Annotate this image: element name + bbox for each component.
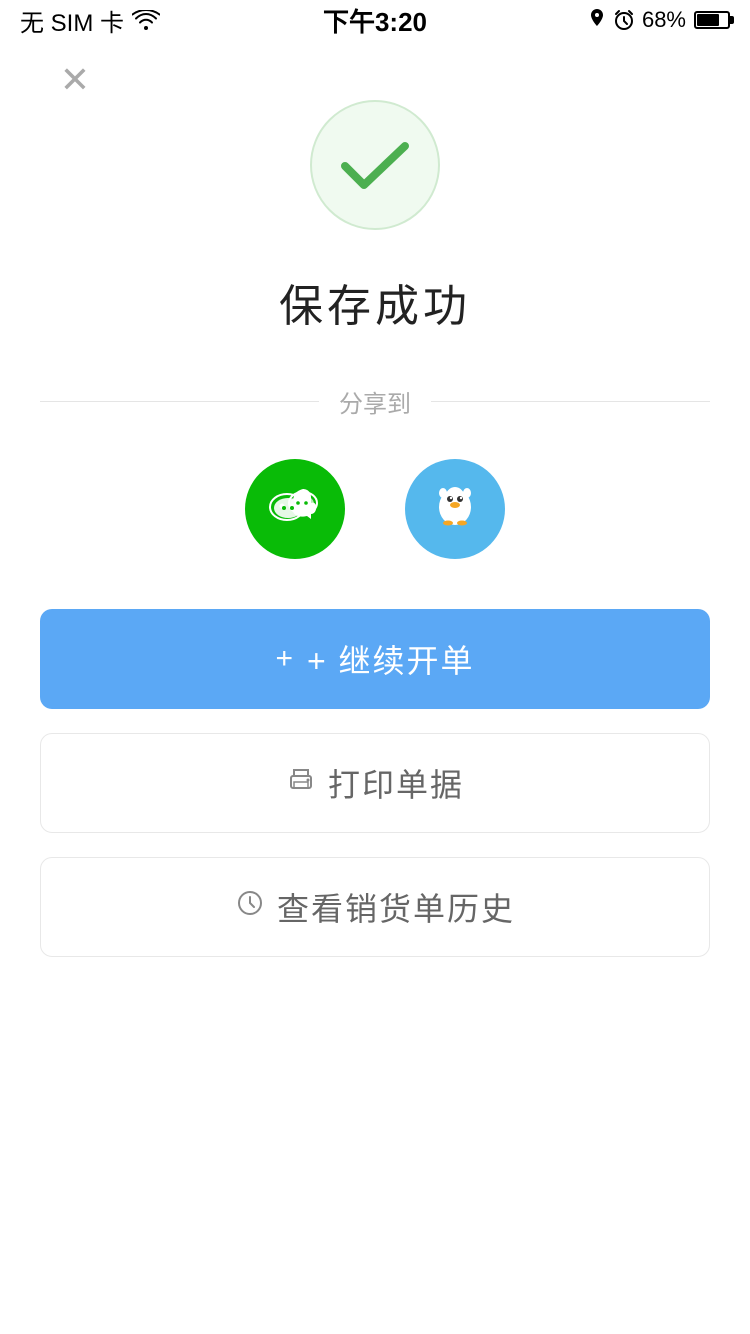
- continue-button[interactable]: + + 继续开单: [40, 609, 710, 709]
- share-label: 分享到: [319, 384, 431, 419]
- divider-right: [431, 401, 710, 402]
- history-icon: [235, 888, 265, 926]
- status-right: 68%: [588, 7, 730, 33]
- status-left: 无 SIM 卡: [20, 3, 160, 38]
- checkmark-icon: [340, 138, 410, 193]
- qq-icon: [425, 479, 485, 539]
- divider-left: [40, 401, 319, 402]
- share-icons: [245, 459, 505, 559]
- close-icon: ✕: [60, 62, 90, 98]
- wifi-icon: [132, 10, 160, 30]
- history-label: 查看销货单历史: [277, 884, 515, 930]
- wechat-share-button[interactable]: [245, 459, 345, 559]
- main-content: 保存成功 分享到: [0, 40, 750, 957]
- plus-icon: +: [275, 642, 295, 676]
- success-circle: [310, 100, 440, 230]
- print-icon: [286, 764, 316, 802]
- success-title: 保存成功: [279, 270, 471, 334]
- share-section: 分享到: [0, 384, 750, 559]
- alarm-icon: [614, 9, 634, 31]
- sim-text: 无 SIM 卡: [20, 3, 124, 38]
- close-button[interactable]: ✕: [50, 55, 100, 105]
- action-buttons: + + 继续开单 打印单据 查看销货单历: [0, 609, 750, 957]
- qq-share-button[interactable]: [405, 459, 505, 559]
- print-label: 打印单据: [328, 760, 464, 806]
- location-icon: [588, 9, 606, 31]
- status-bar: 无 SIM 卡 下午3:20 68%: [0, 0, 750, 40]
- battery-icon: [694, 11, 730, 29]
- wechat-icon: [265, 479, 325, 539]
- status-time: 下午3:20: [323, 2, 427, 39]
- battery-text: 68%: [642, 7, 686, 33]
- share-divider: 分享到: [0, 384, 750, 419]
- print-button[interactable]: 打印单据: [40, 733, 710, 833]
- history-button[interactable]: 查看销货单历史: [40, 857, 710, 957]
- continue-label: + 继续开单: [307, 636, 475, 682]
